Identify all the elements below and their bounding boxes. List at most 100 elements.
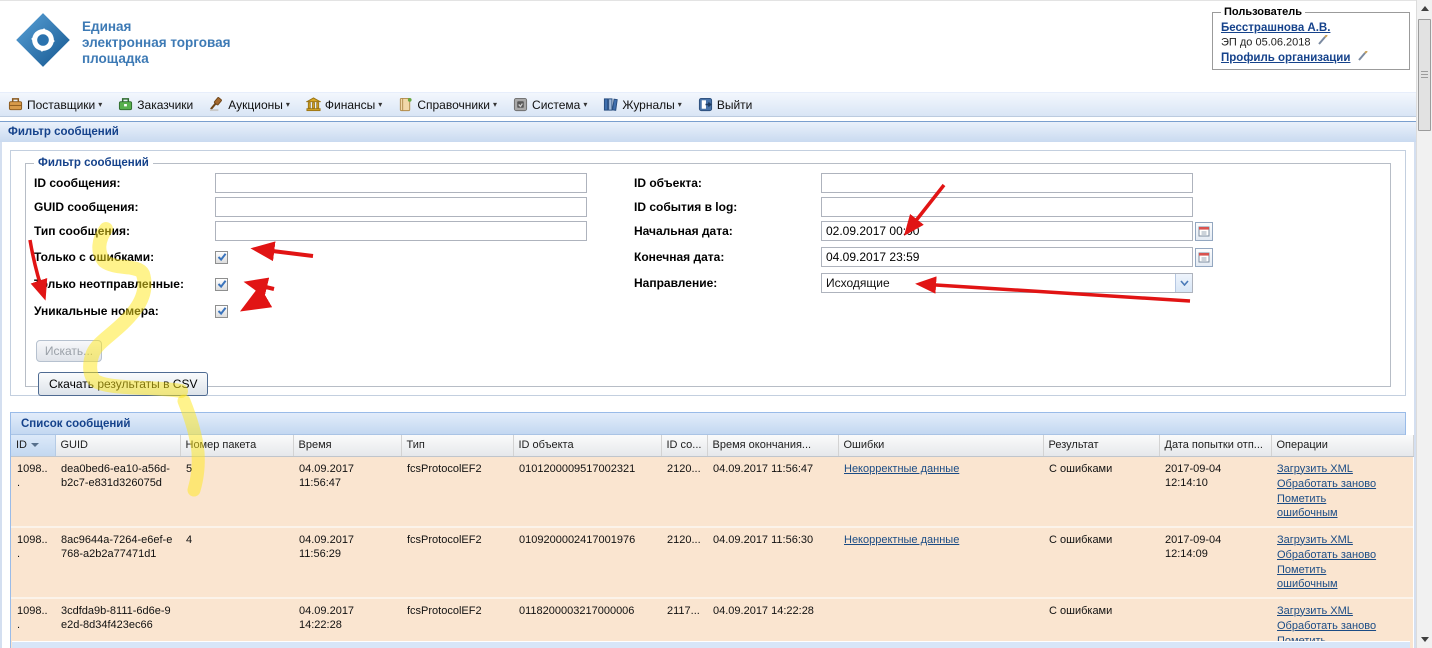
menu-item-customers[interactable]: Заказчики <box>118 97 193 112</box>
unique-numbers-checkbox[interactable] <box>215 304 228 318</box>
reprocess-link[interactable]: Обработать заново <box>1277 477 1389 491</box>
edit-pencil-icon[interactable] <box>1357 50 1368 65</box>
cell-guid: dea0bed6-ea10-a56d-b2c7-e831d326075d <box>55 456 180 528</box>
cell-end-time: 04.09.2017 11:56:47 <box>707 456 838 528</box>
filter-panel: Фильтр сообщений ID сообщения: GUID сооб… <box>10 150 1406 396</box>
cell-end-time: 04.09.2017 11:56:30 <box>707 526 838 599</box>
message-type-input[interactable] <box>215 221 587 241</box>
chevron-down-icon: ▾ <box>677 100 682 109</box>
edit-pencil-icon[interactable] <box>1317 34 1328 50</box>
col-header-operations[interactable]: Операции <box>1271 435 1414 457</box>
direction-select[interactable]: Исходящие <box>821 273 1193 293</box>
calendar-icon[interactable] <box>1195 247 1213 267</box>
exit-icon <box>698 97 713 112</box>
direction-label: Направление: <box>634 276 718 290</box>
filter-legend: Фильтр сообщений <box>38 157 149 169</box>
end-date-input[interactable] <box>821 247 1193 267</box>
start-date-label: Начальная дата: <box>634 224 733 238</box>
col-header-object-id[interactable]: ID объекта <box>513 435 662 457</box>
menu-item-journals[interactable]: Журналы ▾ <box>603 97 682 112</box>
download-csv-button[interactable]: Скачать результаты в CSV <box>38 372 209 396</box>
unsent-only-checkbox[interactable] <box>215 277 228 291</box>
search-button[interactable]: Искать... <box>36 340 102 362</box>
load-xml-link[interactable]: Загрузить XML <box>1277 604 1389 618</box>
page-title: Фильтр сообщений <box>8 126 119 138</box>
col-header-guid[interactable]: GUID <box>55 435 181 457</box>
cell-result: С ошибками <box>1043 456 1159 528</box>
org-profile-link[interactable]: Профиль организации <box>1221 52 1350 65</box>
menu-item-system[interactable]: Система ▾ <box>513 97 587 112</box>
user-name-link[interactable]: Бесстрашнова А.В. <box>1221 22 1330 35</box>
end-date-label: Конечная дата: <box>634 250 725 264</box>
error-details-link[interactable]: Некорректные данные <box>844 463 959 475</box>
user-box-legend: Пользователь <box>1224 6 1303 18</box>
reprocess-link[interactable]: Обработать заново <box>1277 548 1389 562</box>
page: Единая электронная торговая площадка Пол… <box>0 0 1416 648</box>
cell-errors: Некорректные данные <box>838 526 1043 599</box>
cell-id: 1098... <box>11 526 55 599</box>
calendar-icon[interactable] <box>1195 221 1213 241</box>
menu-item-auctions[interactable]: Аукционы ▾ <box>209 97 290 112</box>
grid-title: Список сообщений <box>11 413 1405 435</box>
col-header-type[interactable]: Тип <box>401 435 514 457</box>
load-xml-link[interactable]: Загрузить XML <box>1277 533 1389 547</box>
unique-numbers-label: Уникальные номера: <box>34 304 159 318</box>
scroll-down-button[interactable] <box>1417 631 1432 648</box>
chevron-down-icon: ▾ <box>378 100 383 109</box>
menu-item-logout[interactable]: Выйти <box>698 97 752 112</box>
mark-erroneous-link[interactable]: Пометить ошибочным <box>1277 563 1389 591</box>
message-id-input[interactable] <box>215 173 587 193</box>
chip-icon <box>513 97 528 112</box>
vertical-scrollbar[interactable] <box>1416 0 1432 648</box>
mark-erroneous-link[interactable]: Пометить ошибочным <box>1277 492 1389 520</box>
reprocess-link[interactable]: Обработать заново <box>1277 619 1389 633</box>
content-area: Фильтр сообщений ID сообщения: GUID сооб… <box>0 142 1416 648</box>
page-title-bar: Фильтр сообщений <box>0 121 1416 142</box>
chevron-down-icon: ▾ <box>98 100 103 109</box>
table-row[interactable]: 1098... dea0bed6-ea10-a56d-b2c7-e831d326… <box>11 456 1413 528</box>
table-header-row: ID GUID Номер пакета Время Тип ID объект… <box>11 435 1414 457</box>
col-header-time[interactable]: Время <box>293 435 402 457</box>
cell-operations: Загрузить XML Обработать заново Пометить… <box>1271 456 1413 528</box>
log-event-id-input[interactable] <box>821 197 1193 217</box>
menu-item-directories[interactable]: Справочники ▾ <box>398 97 497 112</box>
logo-diamond-icon <box>16 13 70 67</box>
col-header-end-time[interactable]: Время окончания... <box>707 435 839 457</box>
logo-text: Единая электронная торговая площадка <box>82 19 231 66</box>
menu-item-finance[interactable]: Финансы ▾ <box>305 97 383 112</box>
filter-fieldset: Фильтр сообщений ID сообщения: GUID сооб… <box>25 157 1391 396</box>
gavel-icon <box>209 97 224 112</box>
errors-only-checkbox[interactable] <box>215 250 228 264</box>
menu-item-suppliers[interactable]: Поставщики ▾ <box>8 97 102 112</box>
col-header-errors[interactable]: Ошибки <box>838 435 1044 457</box>
load-xml-link[interactable]: Загрузить XML <box>1277 462 1389 476</box>
col-header-package[interactable]: Номер пакета <box>180 435 294 457</box>
cell-id-so: 2120... <box>661 456 707 528</box>
table-row[interactable]: 1098... 8ac9644a-7264-e6ef-e768-a2b2a774… <box>11 526 1413 599</box>
col-header-result[interactable]: Результат <box>1043 435 1160 457</box>
start-date-input[interactable] <box>821 221 1193 241</box>
col-header-id-so[interactable]: ID со... <box>661 435 708 457</box>
filter-left-column: ID сообщения: GUID сообщения: Тип сообще… <box>34 173 634 396</box>
chevron-down-icon[interactable] <box>1175 274 1192 292</box>
cell-errors: Некорректные данные <box>838 456 1043 528</box>
error-details-link[interactable]: Некорректные данные <box>844 534 959 546</box>
cell-guid: 8ac9644a-7264-e6ef-e768-a2b2a77471d1 <box>55 526 180 599</box>
book-icon <box>398 97 413 112</box>
scrollbar-thumb[interactable] <box>1418 19 1431 131</box>
journals-icon <box>603 97 619 112</box>
col-header-attempt-date[interactable]: Дата попытки отп... <box>1159 435 1272 457</box>
chevron-down-icon: ▾ <box>285 100 290 109</box>
message-guid-label: GUID сообщения: <box>34 200 139 214</box>
cert-info: ЭП до 05.06.2018 <box>1221 36 1311 49</box>
message-guid-input[interactable] <box>215 197 587 217</box>
cell-result: С ошибками <box>1043 526 1159 599</box>
log-event-id-label: ID события в log: <box>634 200 738 214</box>
cell-type: fcsProtocolEF2 <box>401 456 513 528</box>
col-header-id[interactable]: ID <box>11 435 56 457</box>
cell-time: 04.09.2017 11:56:47 <box>293 456 401 528</box>
cell-type: fcsProtocolEF2 <box>401 526 513 599</box>
cell-operations: Загрузить XML Обработать заново Пометить… <box>1271 526 1413 599</box>
object-id-input[interactable] <box>821 173 1193 193</box>
scroll-up-button[interactable] <box>1417 0 1432 17</box>
